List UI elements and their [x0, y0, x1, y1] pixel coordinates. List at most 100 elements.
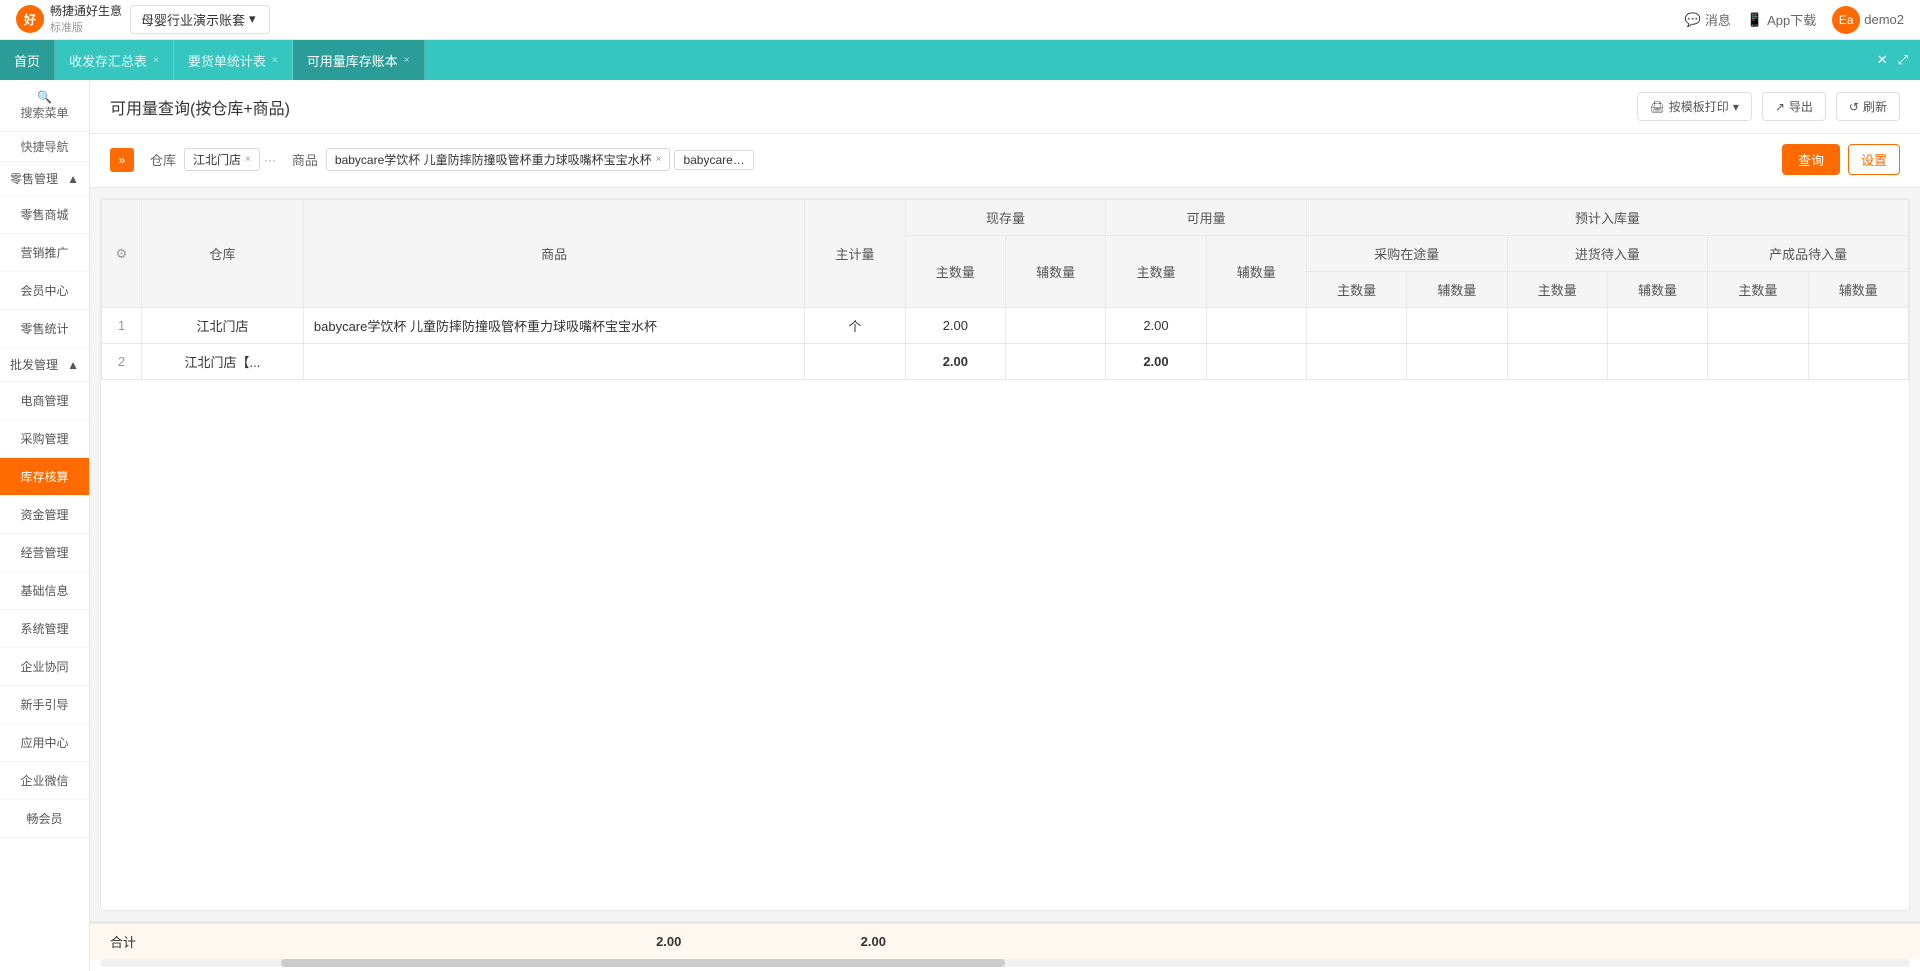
sidebar-item-basic[interactable]: 基础信息 [0, 572, 89, 610]
search-icon: 🔍 [8, 90, 81, 104]
sidebar-item-system[interactable]: 系统管理 [0, 610, 89, 648]
product-tag-1-close[interactable]: × [656, 154, 662, 165]
row-1-prod-main [1708, 308, 1808, 344]
sidebar-item-ecommerce[interactable]: 电商管理 [0, 382, 89, 420]
product-tag-2-text: babycare… [683, 153, 744, 167]
industry-selector[interactable]: 母婴行业演示账套 ▾ [130, 5, 270, 34]
sidebar-quick-nav[interactable]: 快捷导航 [0, 132, 89, 162]
row-2-product [303, 344, 805, 380]
sidebar-search[interactable]: 🔍 搜索菜单 [0, 80, 89, 132]
sidebar-item-retail-mall[interactable]: 零售商城 [0, 196, 89, 234]
product-filter-label: 商品 [292, 150, 318, 169]
tab-order-close[interactable]: × [272, 55, 278, 66]
ecommerce-label: 电商管理 [20, 392, 68, 409]
row-1-product: babycare学饮杯 儿童防摔防撞吸管杯重力球吸嘴杯宝宝水杯 [303, 308, 805, 344]
row-num-2: 2 [102, 344, 142, 380]
tab-available-close[interactable]: × [404, 55, 410, 66]
th-current-stock: 现存量 [905, 200, 1106, 236]
tab-bar: 首页 收发存汇总表 × 要货单统计表 × 可用量库存账本 × ✕ ⤢ [0, 40, 1920, 80]
tab-receive-close[interactable]: × [153, 55, 159, 66]
footer-stock-main: 2.00 [629, 934, 709, 949]
export-btn[interactable]: ↗ 导出 [1762, 92, 1826, 121]
query-button[interactable]: 查询 [1782, 144, 1840, 175]
row-2-stock-main: 2.00 [905, 344, 1005, 380]
scrollbar-thumb[interactable] [281, 959, 1005, 967]
user-area[interactable]: Ea demo2 [1832, 6, 1904, 34]
finance-label: 资金管理 [20, 506, 68, 523]
footer-inner: 合计 2.00 2.00 [100, 932, 1910, 951]
content-area: 可用量查询(按仓库+商品) 🖨 按模板打印 ▾ ↗ 导出 ↺ 刷新 [90, 80, 1920, 971]
retail-stats-label: 零售统计 [20, 320, 68, 337]
tab-available-inventory[interactable]: 可用量库存账本 × [293, 40, 425, 80]
print-btn[interactable]: 🖨 按模板打印 ▾ [1637, 92, 1752, 121]
warehouse-filter-group: 仓库 江北门店 × ··· [150, 148, 276, 171]
row-1-incoming-main [1507, 308, 1607, 344]
product-tag-2[interactable]: babycare… [674, 150, 753, 170]
warehouse-tags: 江北门店 × ··· [184, 148, 276, 171]
th-purchase-aux: 辅数量 [1407, 272, 1507, 308]
warehouse-tag-text: 江北门店 [193, 151, 241, 168]
wechat-label: 企业微信 [20, 772, 68, 789]
sidebar-item-wechat[interactable]: 企业微信 [0, 762, 89, 800]
th-production-pending: 产成品待入量 [1708, 236, 1909, 272]
bottom-area: 合计 2.00 2.00 [90, 921, 1920, 971]
app-download-btn[interactable]: 📱 App下载 [1747, 10, 1816, 29]
product-tag-1[interactable]: babycare学饮杯 儿童防摔防撞吸管杯重力球吸嘴杯宝宝水杯 × [326, 148, 671, 171]
refresh-btn[interactable]: ↺ 刷新 [1836, 92, 1900, 121]
arrow-icon: ▲ [67, 172, 79, 186]
warehouse-tag[interactable]: 江北门店 × [184, 148, 260, 171]
table-row: 2 江北门店【... 2.00 2.00 [102, 344, 1909, 380]
logo-subtext: 标准版 [50, 19, 122, 35]
sidebar-item-inventory[interactable]: 库存核算 [0, 458, 89, 496]
th-avail-main: 主数量 [1106, 236, 1206, 308]
inventory-table: ⚙ 仓库 商品 主计量 现存量 可用量 预计入库量 主数量 辅数量 主数量 辅数… [101, 199, 1909, 380]
th-unit: 主计量 [805, 200, 905, 308]
sidebar-item-wholesale-mgmt[interactable]: 批发管理 ▲ [0, 348, 89, 382]
sidebar-item-marketing[interactable]: 营销推广 [0, 234, 89, 272]
tab-home[interactable]: 首页 [0, 40, 55, 80]
phone-icon: 📱 [1747, 12, 1763, 28]
warehouse-tag-close[interactable]: × [245, 154, 251, 165]
page-title-row: 可用量查询(按仓库+商品) 🖨 按模板打印 ▾ ↗ 导出 ↺ 刷新 [110, 92, 1900, 121]
sidebar-item-guide[interactable]: 新手引导 [0, 686, 89, 724]
sidebar-item-ops[interactable]: 经营管理 [0, 534, 89, 572]
message-btn[interactable]: 💬 消息 [1685, 10, 1731, 29]
industry-label: 母婴行业演示账套 [141, 10, 245, 29]
row-2-purchase-aux [1407, 344, 1507, 380]
sidebar-item-vip[interactable]: 畅会员 [0, 800, 89, 838]
tab-order-stats[interactable]: 要货单统计表 × [174, 40, 293, 80]
maximize-icon[interactable]: ⤢ [1898, 52, 1908, 68]
tab-receive-summary[interactable]: 收发存汇总表 × [55, 40, 174, 80]
tab-order-label: 要货单统计表 [188, 51, 266, 70]
th-stock-aux: 辅数量 [1006, 236, 1106, 308]
th-incoming-aux: 辅数量 [1607, 272, 1707, 308]
th-prod-aux: 辅数量 [1808, 272, 1908, 308]
sidebar-item-appcenter[interactable]: 应用中心 [0, 724, 89, 762]
row-2-prod-aux [1808, 344, 1908, 380]
expand-btn[interactable]: » [110, 148, 134, 172]
page-title: 可用量查询(按仓库+商品) [110, 95, 290, 119]
avatar: Ea [1832, 6, 1860, 34]
sidebar-item-retail-mgmt[interactable]: 零售管理 ▲ [0, 162, 89, 196]
close-window-icon[interactable]: ✕ [1877, 52, 1888, 68]
sidebar-item-retail-stats[interactable]: 零售统计 [0, 310, 89, 348]
search-label: 搜索菜单 [8, 104, 81, 121]
quick-nav-label: 快捷导航 [20, 140, 68, 154]
sidebar-item-purchase[interactable]: 采购管理 [0, 420, 89, 458]
row-2-avail-main: 2.00 [1106, 344, 1206, 380]
message-label: 消息 [1705, 10, 1731, 29]
horizontal-scrollbar[interactable] [100, 959, 1910, 967]
export-label: 导出 [1789, 98, 1813, 115]
th-settings[interactable]: ⚙ [102, 200, 142, 308]
basic-label: 基础信息 [20, 582, 68, 599]
warehouse-more[interactable]: ··· [264, 153, 276, 167]
sidebar-item-member[interactable]: 会员中心 [0, 272, 89, 310]
sidebar-item-enterprise[interactable]: 企业协同 [0, 648, 89, 686]
logo-text: 畅捷通好生意 [50, 4, 122, 18]
sidebar-item-finance[interactable]: 资金管理 [0, 496, 89, 534]
settings-button[interactable]: 设置 [1848, 144, 1900, 175]
row-1-avail-aux [1206, 308, 1306, 344]
th-available: 可用量 [1106, 200, 1307, 236]
product-tag-1-text: babycare学饮杯 儿童防摔防撞吸管杯重力球吸嘴杯宝宝水杯 [335, 151, 652, 168]
row-1-stock-main: 2.00 [905, 308, 1005, 344]
